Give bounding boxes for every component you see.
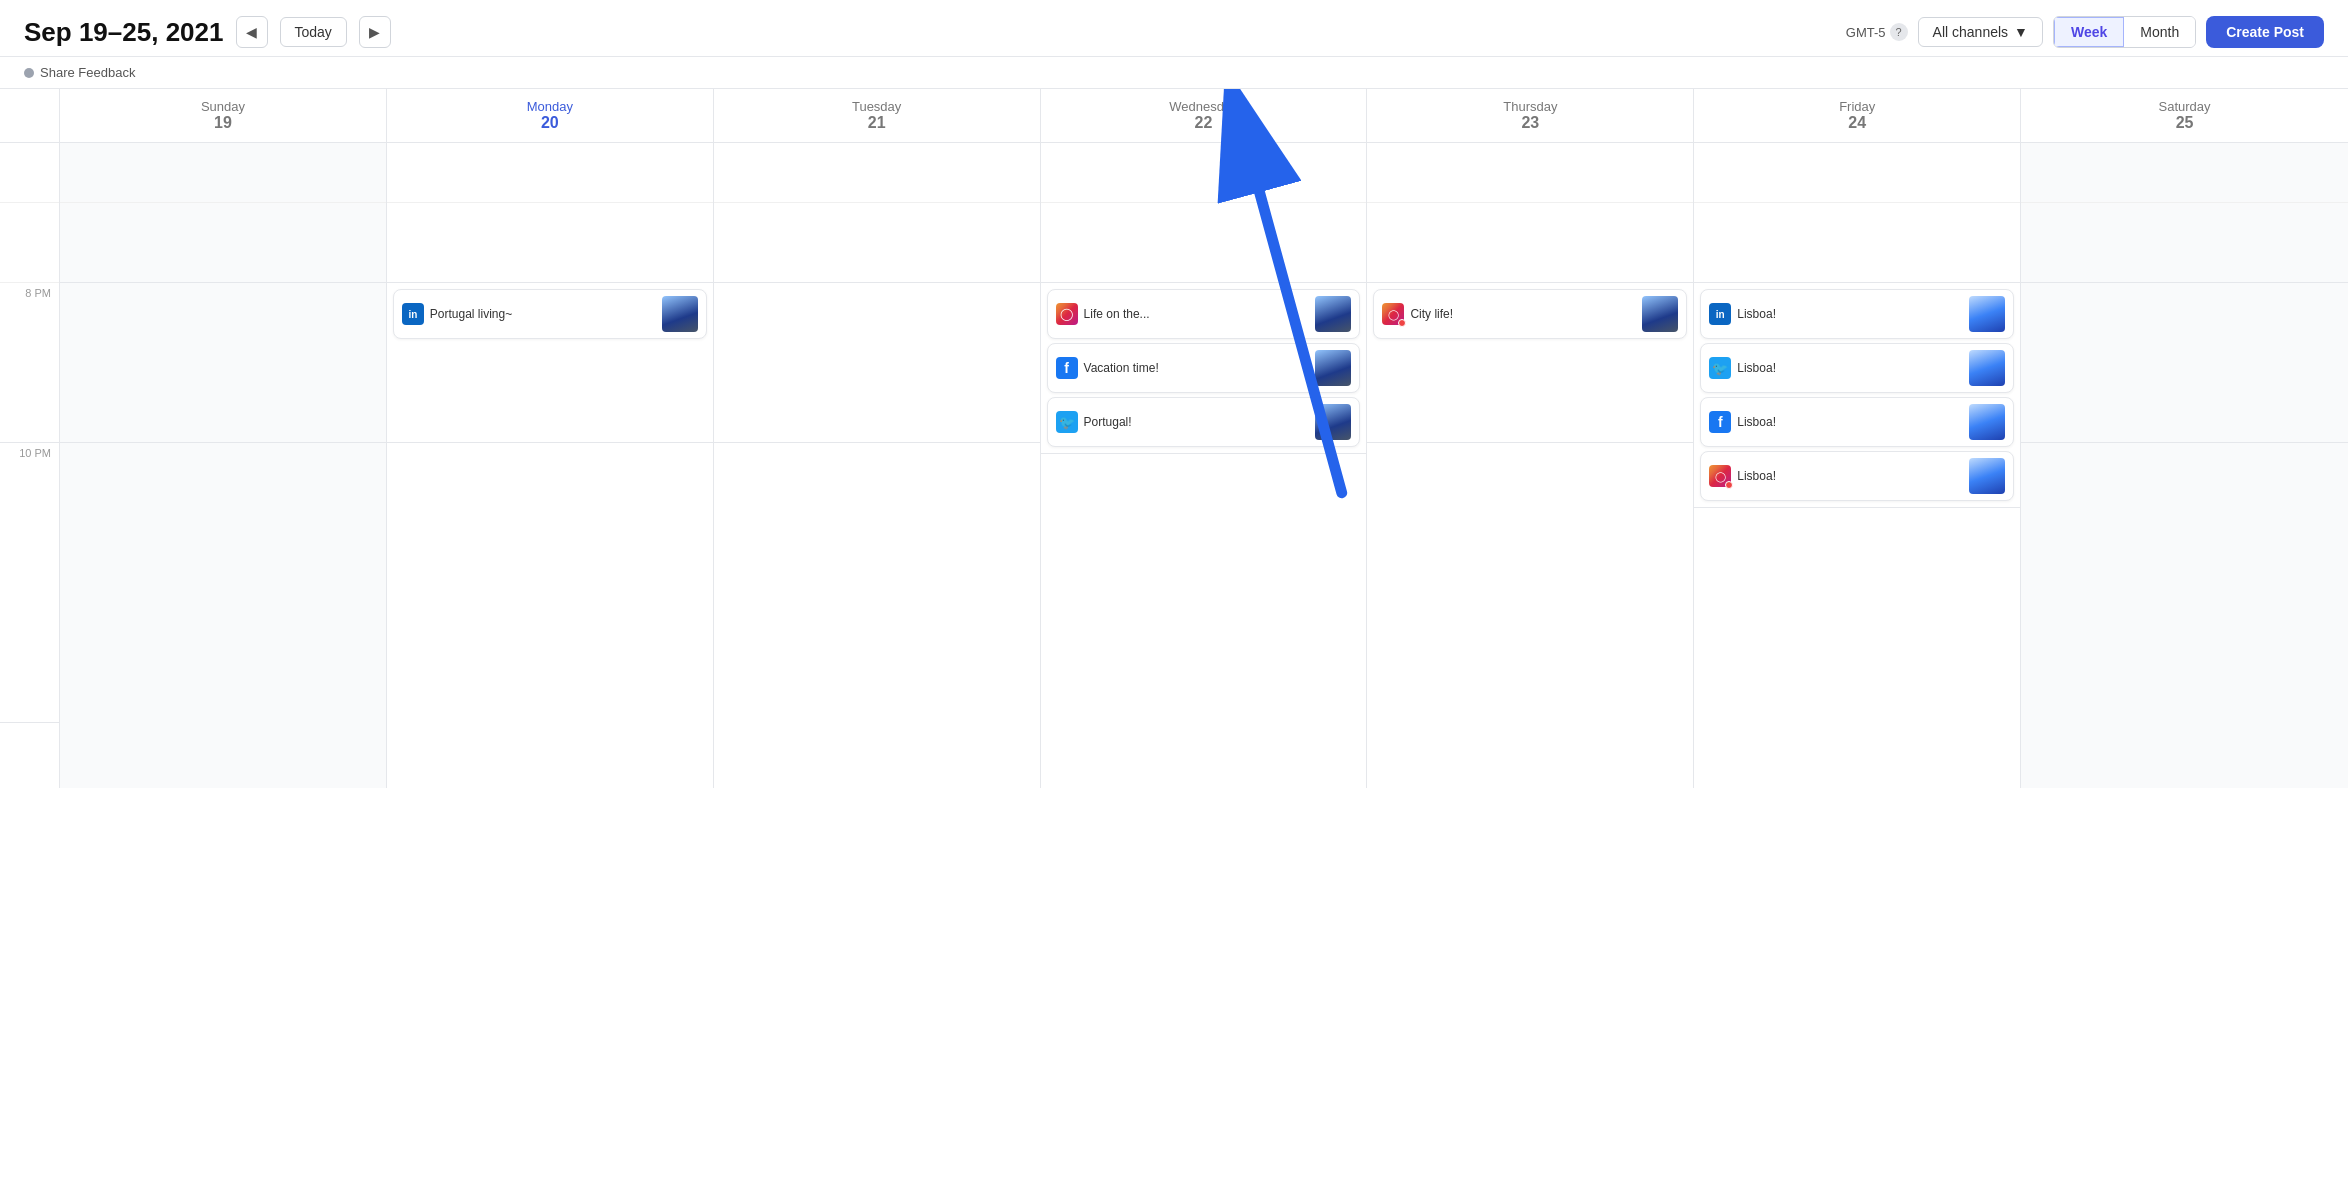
channels-dropdown[interactable]: All channels ▼ <box>1918 17 2043 47</box>
day-col-saturday <box>2021 143 2348 788</box>
event-life-thumb <box>1315 296 1351 332</box>
saturday-name: Saturday <box>2029 99 2340 114</box>
help-icon[interactable]: ? <box>1890 23 1908 41</box>
twitter-icon-1: 🐦 <box>1056 411 1078 433</box>
linkedin-icon: in <box>402 303 424 325</box>
event-lisboa-facebook[interactable]: f Lisboa! <box>1700 397 2014 447</box>
time-column: 8 PM 10 PM <box>0 143 60 788</box>
event-portugal-text: Portugal! <box>1084 415 1310 429</box>
tuesday-num: 21 <box>722 114 1032 132</box>
monday-name: Monday <box>395 99 705 114</box>
event-lisboa-instagram-text: Lisboa! <box>1737 469 1963 483</box>
day-col-sunday <box>60 143 387 788</box>
saturday-num: 25 <box>2029 114 2340 132</box>
header-tuesday: Tuesday 21 <box>714 89 1041 142</box>
monday-num: 20 <box>395 114 705 132</box>
header-thursday: Thursday 23 <box>1367 89 1694 142</box>
event-lisboa-twitter-text: Lisboa! <box>1737 361 1963 375</box>
facebook-icon-1: f <box>1056 357 1078 379</box>
time-slot-10pm: 10 PM <box>0 443 59 723</box>
header-friday: Friday 24 <box>1694 89 2021 142</box>
sunday-name: Sunday <box>68 99 378 114</box>
header-left: Sep 19–25, 2021 ◀ Today ▶ <box>24 16 391 48</box>
week-view-button[interactable]: Week <box>2054 17 2124 47</box>
feedback-bar[interactable]: Share Feedback <box>0 57 2348 89</box>
event-vacation-time[interactable]: f Vacation time! <box>1047 343 1361 393</box>
thursday-num: 23 <box>1375 114 1685 132</box>
event-city-life-thumb <box>1642 296 1678 332</box>
channels-label: All channels <box>1933 24 2009 40</box>
header-saturday: Saturday 25 <box>2021 89 2348 142</box>
day-col-monday: in Portugal living~ <box>387 143 714 788</box>
header-monday: Monday 20 <box>387 89 714 142</box>
instagram-notif-icon: ◯ <box>1382 303 1404 325</box>
calendar-day-headers: Sunday 19 Monday 20 Tuesday 21 Wednesday… <box>0 89 2348 143</box>
header-right: GMT-5 ? All channels ▼ Week Month Create… <box>1846 16 2324 48</box>
days-grid: in Portugal living~ <box>60 143 2348 788</box>
thursday-name: Thursday <box>1375 99 1685 114</box>
create-post-button[interactable]: Create Post <box>2206 16 2324 48</box>
event-portugal-living[interactable]: in Portugal living~ <box>393 289 707 339</box>
day-col-thursday: ◯ City life! <box>1367 143 1694 788</box>
event-lisboa-twitter[interactable]: 🐦 Lisboa! <box>1700 343 2014 393</box>
friday-name: Friday <box>1702 99 2012 114</box>
event-city-life-text: City life! <box>1410 307 1636 321</box>
time-slot-8pm: 8 PM <box>0 283 59 443</box>
chevron-down-icon: ▼ <box>2014 24 2028 40</box>
header-sunday: Sunday 19 <box>60 89 387 142</box>
event-lisboa-linkedin-text: Lisboa! <box>1737 307 1963 321</box>
time-slot-empty2 <box>0 203 59 283</box>
instagram-notif-icon-2: ◯ <box>1709 465 1731 487</box>
notification-badge <box>1398 319 1406 327</box>
facebook-icon-2: f <box>1709 411 1731 433</box>
prev-button[interactable]: ◀ <box>236 16 268 48</box>
event-lisboa-instagram-thumb <box>1969 458 2005 494</box>
month-view-button[interactable]: Month <box>2124 17 2195 47</box>
time-slot-empty1 <box>0 143 59 203</box>
event-portugal-thumb <box>1315 404 1351 440</box>
time-col-spacer <box>0 89 60 142</box>
event-lisboa-linkedin[interactable]: in Lisboa! <box>1700 289 2014 339</box>
gmt-label: GMT-5 ? <box>1846 23 1908 41</box>
event-portugal-living-thumb <box>662 296 698 332</box>
day-col-friday: in Lisboa! 🐦 Lisboa! <box>1694 143 2021 788</box>
wednesday-name: Wednesday <box>1049 99 1359 114</box>
date-range: Sep 19–25, 2021 <box>24 17 224 48</box>
tuesday-name: Tuesday <box>722 99 1032 114</box>
feedback-dot-icon <box>24 68 34 78</box>
event-life-on-the[interactable]: ◯ Life on the... <box>1047 289 1361 339</box>
twitter-icon-2: 🐦 <box>1709 357 1731 379</box>
event-portugal[interactable]: 🐦 Portugal! <box>1047 397 1361 447</box>
calendar-header: Sep 19–25, 2021 ◀ Today ▶ GMT-5 ? All ch… <box>0 0 2348 57</box>
event-life-on-the-text: Life on the... <box>1084 307 1310 321</box>
event-lisboa-facebook-thumb <box>1969 404 2005 440</box>
event-vacation-time-text: Vacation time! <box>1084 361 1310 375</box>
event-vacation-thumb <box>1315 350 1351 386</box>
day-col-wednesday: ◯ Life on the... f Vacation time! <box>1041 143 1368 788</box>
view-toggle: Week Month <box>2053 16 2196 48</box>
sunday-num: 19 <box>68 114 378 132</box>
event-city-life[interactable]: ◯ City life! <box>1373 289 1687 339</box>
calendar-wrapper: Sunday 19 Monday 20 Tuesday 21 Wednesday… <box>0 89 2348 788</box>
event-lisboa-instagram[interactable]: ◯ Lisboa! <box>1700 451 2014 501</box>
feedback-label: Share Feedback <box>40 65 135 80</box>
wednesday-num: 22 <box>1049 114 1359 132</box>
event-portugal-living-text: Portugal living~ <box>430 307 656 321</box>
header-wednesday: Wednesday 22 <box>1041 89 1368 142</box>
event-lisboa-linkedin-thumb <box>1969 296 2005 332</box>
today-button[interactable]: Today <box>280 17 347 47</box>
event-lisboa-facebook-text: Lisboa! <box>1737 415 1963 429</box>
instagram-icon-1: ◯ <box>1056 303 1078 325</box>
calendar-body: 8 PM 10 PM in Portugal living~ <box>0 143 2348 788</box>
event-lisboa-twitter-thumb <box>1969 350 2005 386</box>
day-col-tuesday <box>714 143 1041 788</box>
linkedin-icon-2: in <box>1709 303 1731 325</box>
friday-num: 24 <box>1702 114 2012 132</box>
gmt-text: GMT-5 <box>1846 25 1886 40</box>
notification-badge-2 <box>1725 481 1733 489</box>
next-button[interactable]: ▶ <box>359 16 391 48</box>
